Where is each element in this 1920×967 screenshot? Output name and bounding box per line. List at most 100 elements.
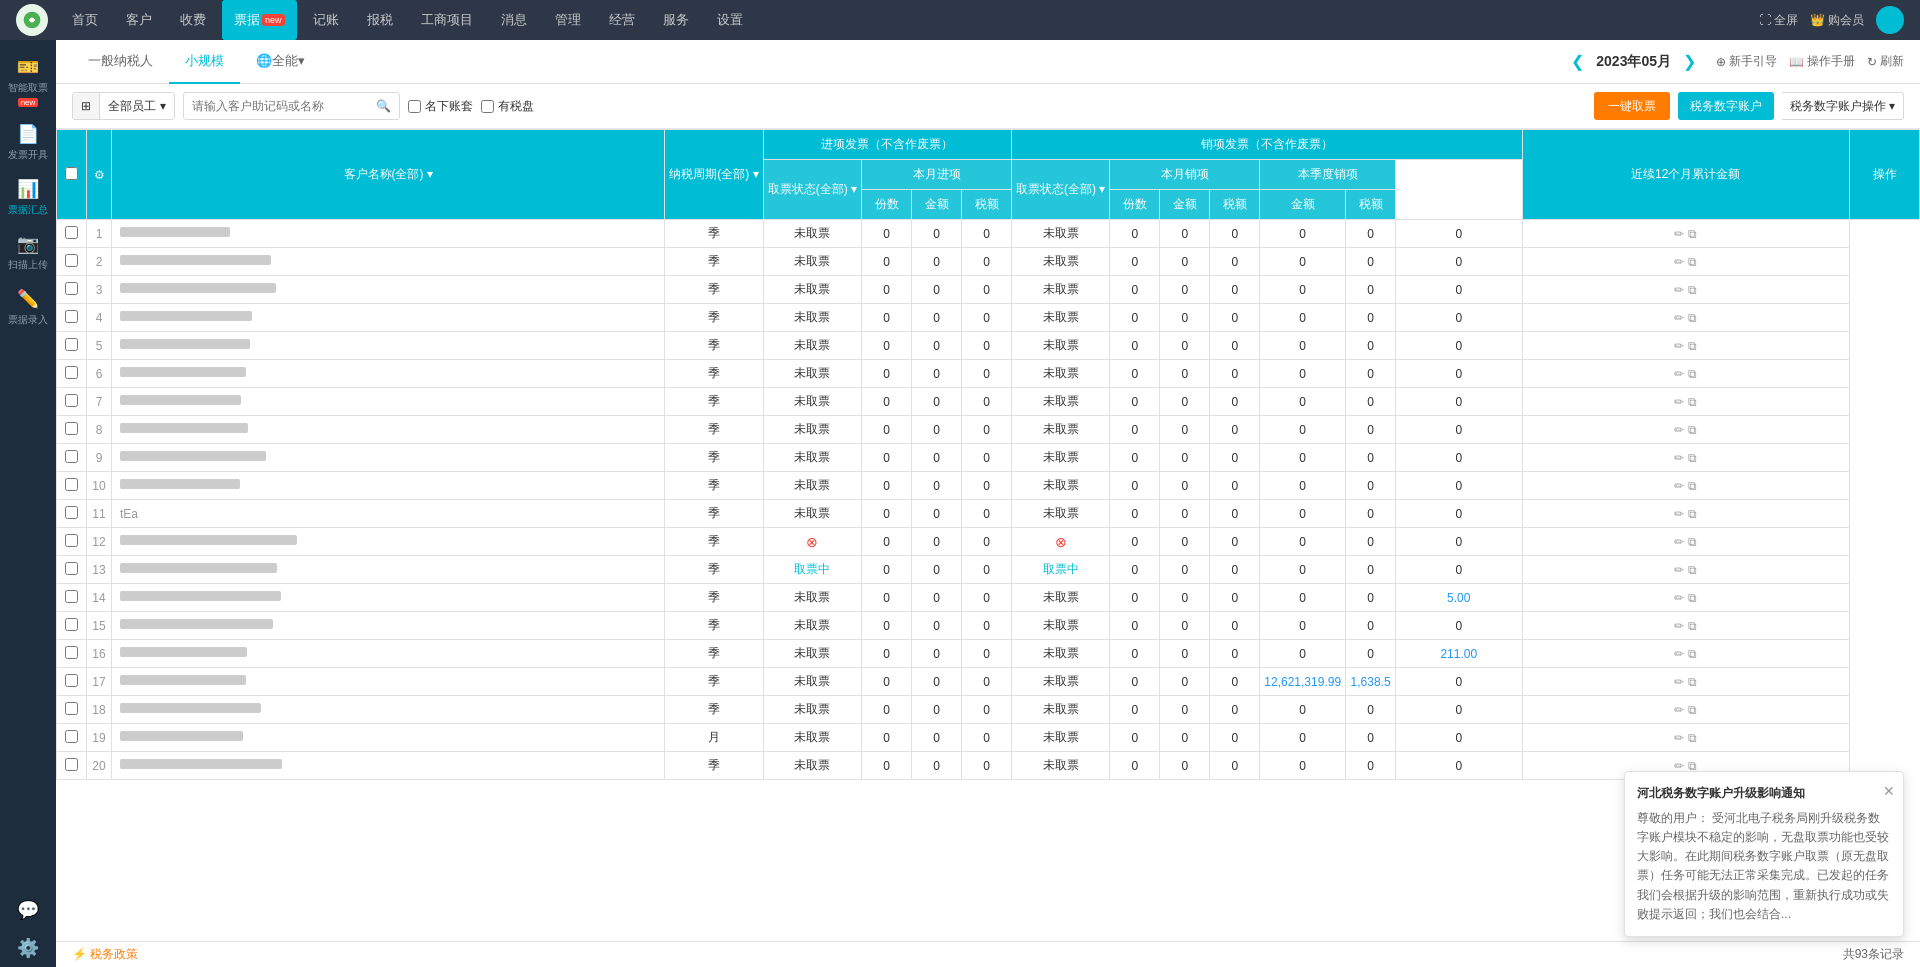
guide-btn[interactable]: ⊕ 新手引导 [1716, 53, 1777, 70]
copy-icon[interactable]: ⧉ [1688, 591, 1697, 605]
tax-digital-account-btn[interactable]: 税务数字账户 [1678, 92, 1774, 120]
nav-business[interactable]: 工商项目 [409, 0, 485, 40]
select-all-checkbox[interactable] [65, 167, 78, 180]
row-checkbox[interactable] [65, 394, 78, 407]
one-click-ticket-btn[interactable]: 一键取票 [1594, 92, 1670, 120]
nav-manage[interactable]: 管理 [543, 0, 593, 40]
copy-icon[interactable]: ⧉ [1688, 647, 1697, 661]
row-checkbox[interactable] [65, 618, 78, 631]
edit-icon[interactable]: ✏ [1674, 619, 1684, 633]
tax-operation-btn[interactable]: 税务数字账户操作 ▾ [1782, 92, 1904, 120]
row-checkbox[interactable] [65, 534, 78, 547]
copy-icon[interactable]: ⧉ [1688, 563, 1697, 577]
tab-general-taxpayer[interactable]: 一般纳税人 [72, 40, 169, 84]
copy-icon[interactable]: ⧉ [1688, 311, 1697, 325]
copy-icon[interactable]: ⧉ [1688, 339, 1697, 353]
edit-icon[interactable]: ✏ [1674, 703, 1684, 717]
copy-icon[interactable]: ⧉ [1688, 367, 1697, 381]
sidebar-item-config[interactable]: ⚙️ [0, 929, 56, 967]
sidebar-item-ticket-summary[interactable]: 📊 票据汇总 [0, 170, 56, 225]
user-avatar[interactable] [1876, 6, 1904, 34]
edit-icon[interactable]: ✏ [1674, 339, 1684, 353]
copy-icon[interactable]: ⧉ [1688, 451, 1697, 465]
copy-icon[interactable]: ⧉ [1688, 619, 1697, 633]
period-prev-btn[interactable]: ❮ [1567, 48, 1588, 75]
edit-icon[interactable]: ✏ [1674, 283, 1684, 297]
row-checkbox[interactable] [65, 254, 78, 267]
row-checkbox[interactable] [65, 366, 78, 379]
edit-icon[interactable]: ✏ [1674, 731, 1684, 745]
nav-fee[interactable]: 收费 [168, 0, 218, 40]
row-checkbox[interactable] [65, 338, 78, 351]
edit-icon[interactable]: ✏ [1674, 451, 1684, 465]
manual-btn[interactable]: 📖 操作手册 [1789, 53, 1855, 70]
sidebar-item-message[interactable]: 💬 [0, 891, 56, 929]
employee-filter[interactable]: ⊞ 全部员工 ▾ [72, 92, 175, 120]
row-checkbox[interactable] [65, 506, 78, 519]
my-accounts-checkbox[interactable]: 名下账套 [408, 98, 473, 115]
tab-small-scale[interactable]: 小规模 [169, 40, 240, 84]
nav-home[interactable]: 首页 [60, 0, 110, 40]
refresh-btn[interactable]: ↻ 刷新 [1867, 53, 1904, 70]
nav-tax[interactable]: 报税 [355, 0, 405, 40]
row-checkbox[interactable] [65, 478, 78, 491]
search-icon[interactable]: 🔍 [376, 99, 391, 113]
copy-icon[interactable]: ⧉ [1688, 703, 1697, 717]
edit-icon[interactable]: ✏ [1674, 591, 1684, 605]
copy-icon[interactable]: ⧉ [1688, 255, 1697, 269]
edit-icon[interactable]: ✏ [1674, 563, 1684, 577]
fullscreen-btn[interactable]: ⛶ 全屏 [1759, 12, 1798, 29]
copy-icon[interactable]: ⧉ [1688, 479, 1697, 493]
row-checkbox[interactable] [65, 646, 78, 659]
row-checkbox[interactable] [65, 422, 78, 435]
copy-icon[interactable]: ⧉ [1688, 507, 1697, 521]
nav-service[interactable]: 服务 [651, 0, 701, 40]
employee-filter-value[interactable]: 全部员工 ▾ [100, 98, 174, 115]
copy-icon[interactable]: ⧉ [1688, 535, 1697, 549]
edit-icon[interactable]: ✏ [1674, 423, 1684, 437]
tab-all-capable[interactable]: 🌐 全能 ▾ [240, 40, 321, 84]
vip-btn[interactable]: 👑 购会员 [1810, 12, 1864, 29]
copy-icon[interactable]: ⧉ [1688, 283, 1697, 297]
nav-bookkeeping[interactable]: 记账 [301, 0, 351, 40]
period-next-btn[interactable]: ❯ [1679, 48, 1700, 75]
sidebar-item-smart-ticket[interactable]: 🎫 智能取票 new [0, 48, 56, 115]
copy-icon[interactable]: ⧉ [1688, 227, 1697, 241]
copy-icon[interactable]: ⧉ [1688, 395, 1697, 409]
sidebar-item-ticket-entry[interactable]: ✏️ 票据录入 [0, 280, 56, 335]
app-logo[interactable] [16, 4, 48, 36]
row-checkbox[interactable] [65, 674, 78, 687]
edit-icon[interactable]: ✏ [1674, 479, 1684, 493]
edit-icon[interactable]: ✏ [1674, 395, 1684, 409]
copy-icon[interactable]: ⧉ [1688, 675, 1697, 689]
row-checkbox[interactable] [65, 450, 78, 463]
row-checkbox[interactable] [65, 562, 78, 575]
tax-policy-link[interactable]: ⚡ 税务政策 [72, 946, 138, 963]
edit-icon[interactable]: ✏ [1674, 227, 1684, 241]
row-checkbox[interactable] [65, 590, 78, 603]
nav-operation[interactable]: 经营 [597, 0, 647, 40]
copy-icon[interactable]: ⧉ [1688, 731, 1697, 745]
sidebar-item-scan-upload[interactable]: 📷 扫描上传 [0, 225, 56, 280]
edit-icon[interactable]: ✏ [1674, 507, 1684, 521]
row-checkbox[interactable] [65, 758, 78, 771]
nav-message[interactable]: 消息 [489, 0, 539, 40]
edit-icon[interactable]: ✏ [1674, 675, 1684, 689]
row-checkbox[interactable] [65, 226, 78, 239]
edit-icon[interactable]: ✏ [1674, 535, 1684, 549]
nav-settings[interactable]: 设置 [705, 0, 755, 40]
edit-icon[interactable]: ✏ [1674, 255, 1684, 269]
sidebar-item-invoice-open[interactable]: 📄 发票开具 [0, 115, 56, 170]
row-checkbox[interactable] [65, 310, 78, 323]
edit-icon[interactable]: ✏ [1674, 367, 1684, 381]
edit-icon[interactable]: ✏ [1674, 647, 1684, 661]
notification-close-btn[interactable]: ✕ [1883, 780, 1895, 802]
nav-ticket[interactable]: 票据 new [222, 0, 297, 40]
nav-customer[interactable]: 客户 [114, 0, 164, 40]
row-checkbox[interactable] [65, 702, 78, 715]
search-input[interactable] [192, 99, 372, 113]
row-checkbox[interactable] [65, 282, 78, 295]
copy-icon[interactable]: ⧉ [1688, 423, 1697, 437]
row-checkbox[interactable] [65, 730, 78, 743]
edit-icon[interactable]: ✏ [1674, 311, 1684, 325]
